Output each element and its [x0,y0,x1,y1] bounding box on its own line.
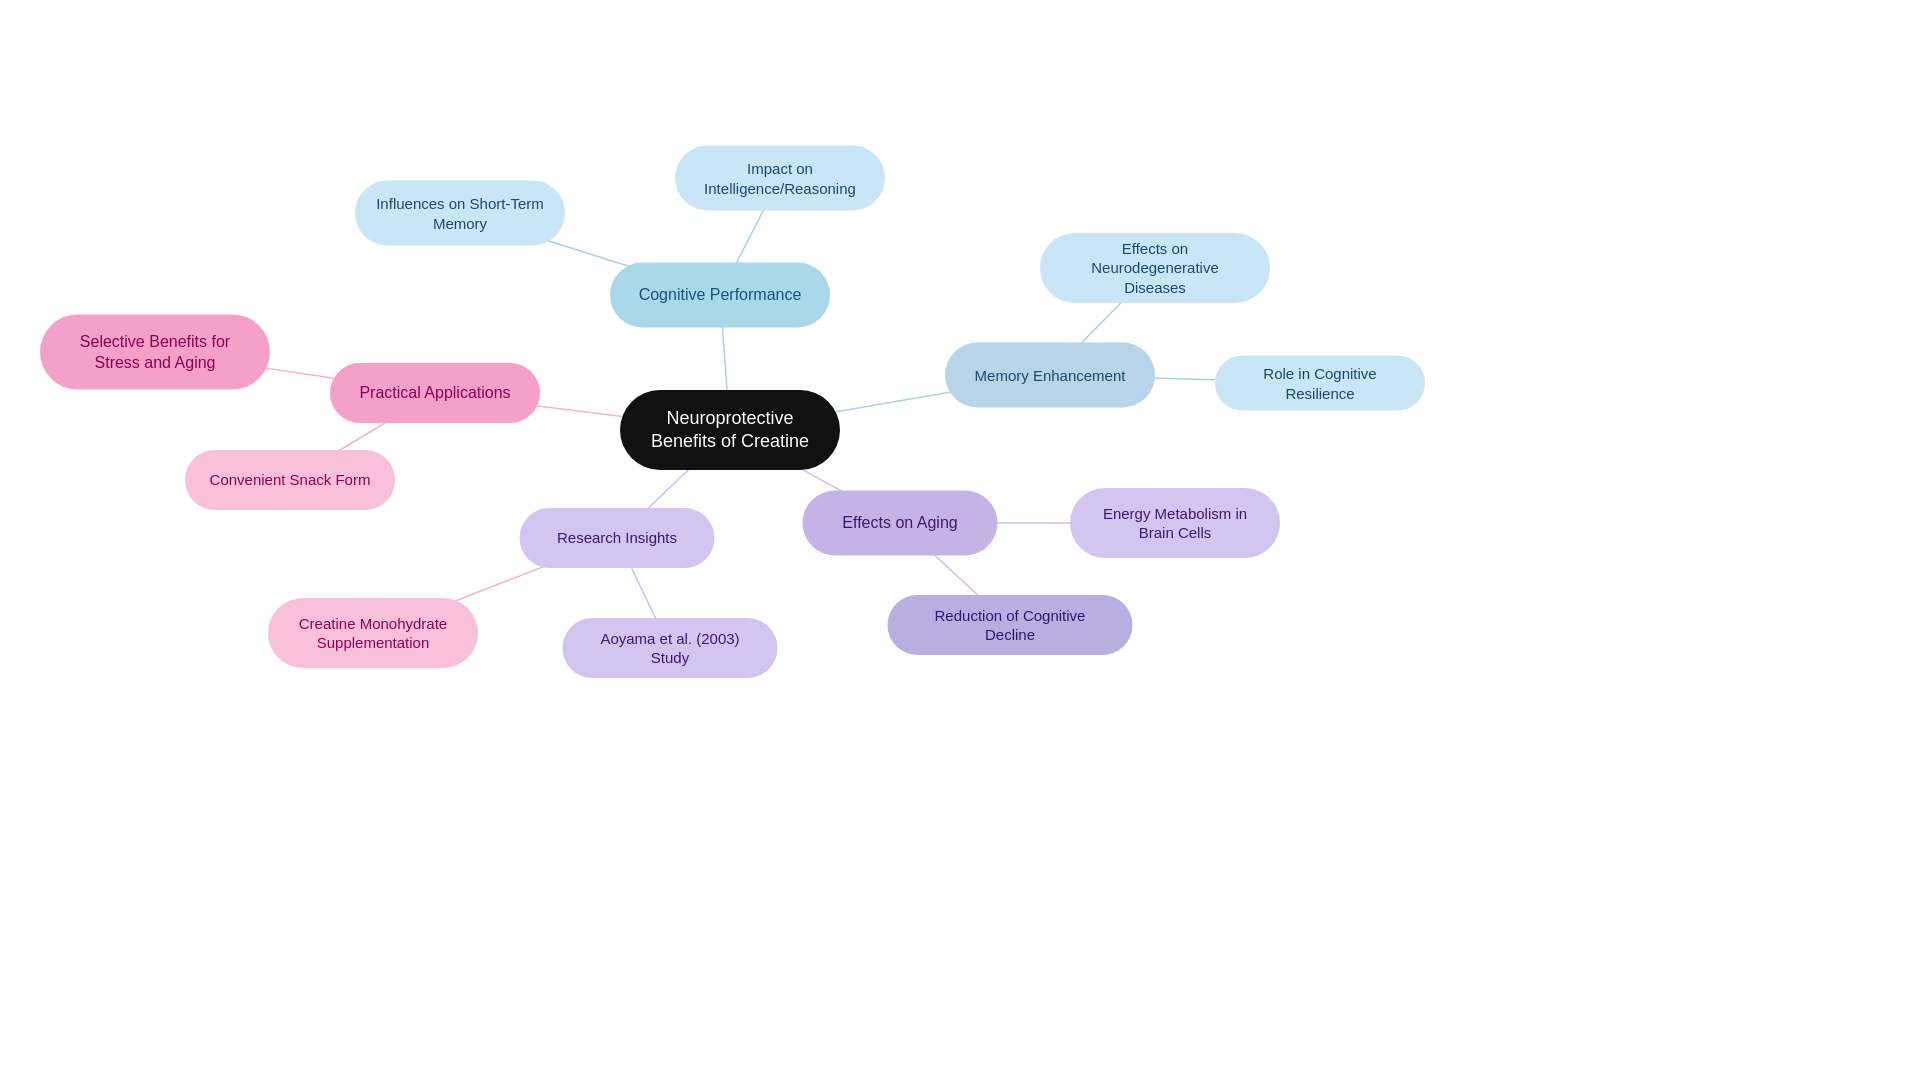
node-aoyama-study[interactable]: Aoyama et al. (2003) Study [563,618,778,678]
node-cognitive-decline[interactable]: Reduction of Cognitive Decline [888,595,1133,655]
node-effects-aging[interactable]: Effects on Aging [803,491,998,556]
node-selective-benefits[interactable]: Selective Benefits for Stress and Aging [40,315,270,390]
node-impact-intelligence[interactable]: Impact on Intelligence/Reasoning [675,146,885,211]
node-convenient-snack[interactable]: Convenient Snack Form [185,450,395,510]
node-cognitive-resilience[interactable]: Role in Cognitive Resilience [1215,356,1425,411]
node-neurodegenerative[interactable]: Effects on Neurodegenerative Diseases [1040,233,1270,303]
node-cognitive-performance[interactable]: Cognitive Performance [610,263,830,328]
mindmap-container: Neuroprotective Benefits of Creatine Cogn… [0,0,1920,1083]
node-creatine-supplementation[interactable]: Creatine Monohydrate Supplementation [268,598,478,668]
node-central[interactable]: Neuroprotective Benefits of Creatine [620,390,840,470]
node-short-term-memory[interactable]: Influences on Short-Term Memory [355,181,565,246]
node-practical-applications[interactable]: Practical Applications [330,363,540,423]
node-memory-enhancement[interactable]: Memory Enhancement [945,343,1155,408]
node-energy-metabolism[interactable]: Energy Metabolism in Brain Cells [1070,488,1280,558]
node-research-insights[interactable]: Research Insights [520,508,715,568]
